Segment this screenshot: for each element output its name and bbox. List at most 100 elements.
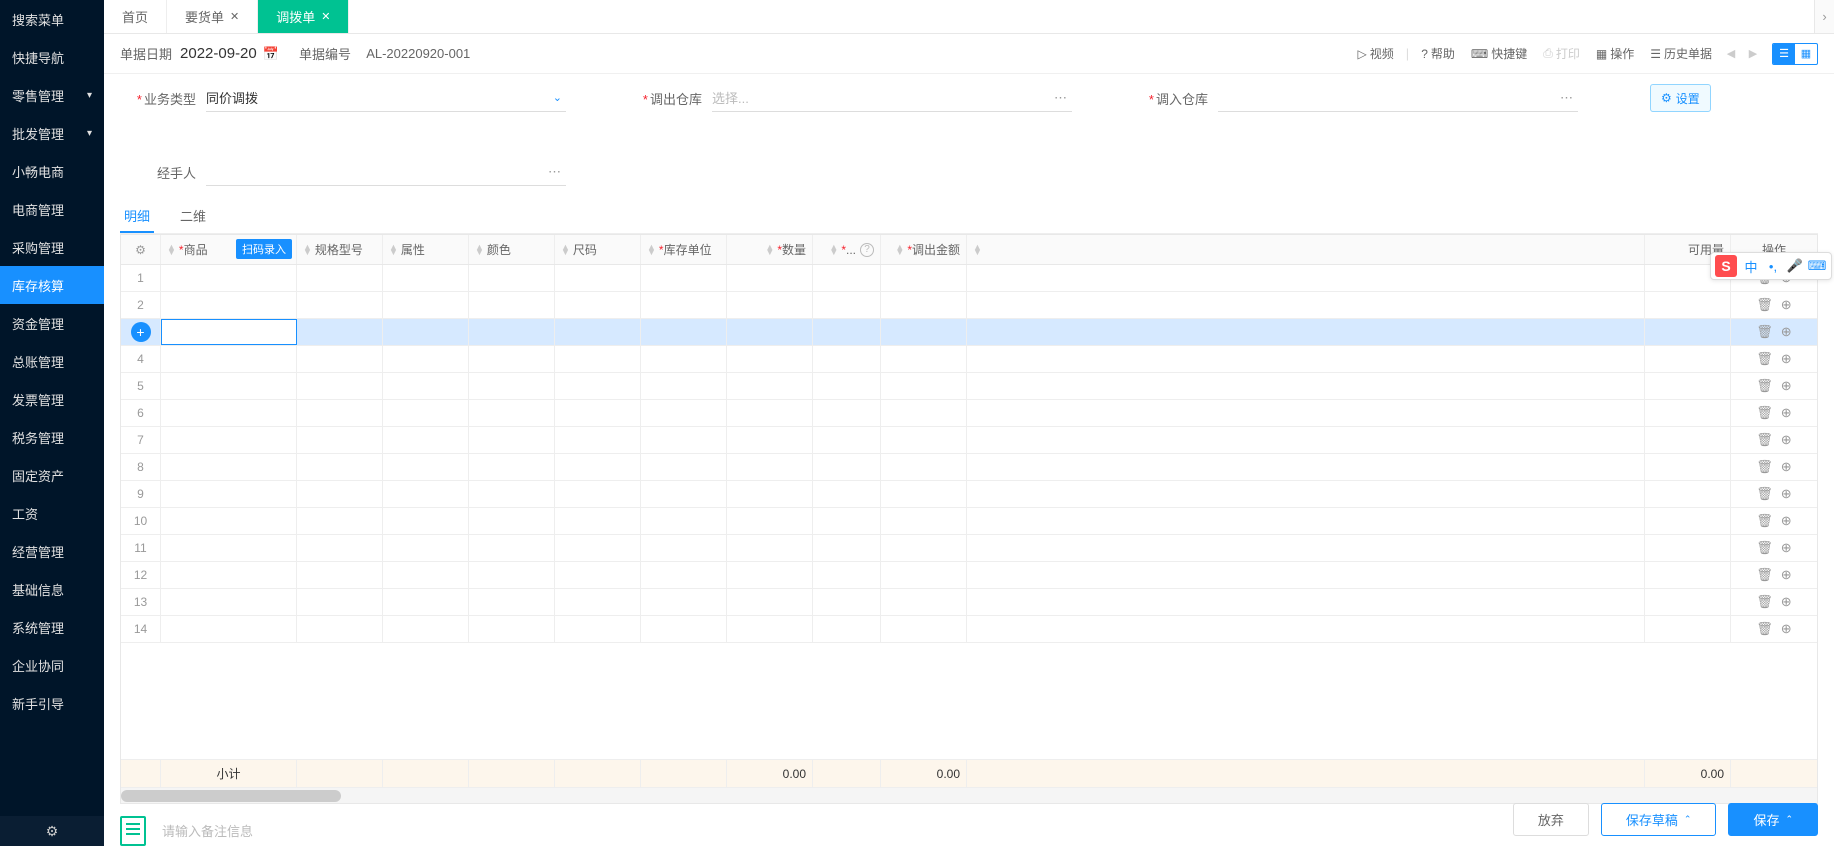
cell-attr[interactable] (383, 508, 469, 534)
column-product[interactable]: ▲▼*商品 扫码录入 (161, 235, 297, 264)
cell-extra[interactable] (813, 265, 881, 291)
cell-unit[interactable] (641, 292, 727, 318)
cell-extra[interactable] (813, 319, 881, 345)
cell-spec[interactable] (297, 292, 383, 318)
cell-product[interactable] (161, 562, 297, 588)
out-warehouse-select[interactable]: 选择...⋯ (712, 84, 1072, 112)
sidebar-item-11[interactable]: 税务管理 (0, 418, 104, 456)
insert-row-icon[interactable]: ⊕ (1781, 540, 1792, 556)
column-unit[interactable]: ▲▼*库存单位 (641, 235, 727, 264)
horizontal-scrollbar[interactable] (121, 787, 1817, 803)
sidebar-item-9[interactable]: 总账管理 (0, 342, 104, 380)
cell-amount[interactable] (881, 373, 967, 399)
cell-product[interactable] (161, 265, 297, 291)
insert-row-icon[interactable]: ⊕ (1781, 405, 1792, 421)
cell-attr[interactable] (383, 562, 469, 588)
cell-attr[interactable] (383, 346, 469, 372)
delete-row-icon[interactable]: 🗑 (1756, 351, 1773, 367)
view-list-icon[interactable]: ☰ (1773, 44, 1795, 64)
cell-color[interactable] (469, 292, 555, 318)
cell-attr[interactable] (383, 481, 469, 507)
column-extra[interactable]: ▲▼*...? (813, 235, 881, 264)
table-row[interactable]: 4🗑⊕ (121, 346, 1817, 373)
save-draft-button[interactable]: 保存草稿⌃ (1601, 803, 1717, 836)
cell-size[interactable] (555, 616, 641, 642)
cell-amount[interactable] (881, 292, 967, 318)
cell-available[interactable] (1645, 535, 1731, 561)
cell-qty[interactable] (727, 481, 813, 507)
in-warehouse-select[interactable]: ⋯ (1218, 84, 1578, 112)
cell-color[interactable] (469, 427, 555, 453)
save-button[interactable]: 保存⌃ (1728, 803, 1818, 836)
close-icon[interactable]: ✕ (230, 10, 239, 23)
cell-qty[interactable] (727, 535, 813, 561)
cell-product[interactable] (161, 292, 297, 318)
ime-keyboard-icon[interactable]: ⌨ (1807, 256, 1827, 276)
cell-available[interactable] (1645, 319, 1731, 345)
view-grid-icon[interactable]: ▦ (1795, 44, 1817, 64)
sidebar-item-16[interactable]: 系统管理 (0, 608, 104, 646)
cell-amount[interactable] (881, 616, 967, 642)
table-row[interactable]: 10🗑⊕ (121, 508, 1817, 535)
insert-row-icon[interactable]: ⊕ (1781, 513, 1792, 529)
prev-doc-button[interactable]: ◀ (1722, 43, 1740, 65)
table-row[interactable]: 9🗑⊕ (121, 481, 1817, 508)
tab-0[interactable]: 首页 (104, 0, 167, 33)
cell-product[interactable] (161, 535, 297, 561)
cell-extra[interactable] (813, 373, 881, 399)
insert-row-icon[interactable]: ⊕ (1781, 459, 1792, 475)
cell-attr[interactable] (383, 265, 469, 291)
cell-color[interactable] (469, 481, 555, 507)
cell-color[interactable] (469, 265, 555, 291)
delete-row-icon[interactable]: 🗑 (1756, 594, 1773, 610)
table-row[interactable]: 5🗑⊕ (121, 373, 1817, 400)
cell-size[interactable] (555, 373, 641, 399)
cell-available[interactable] (1645, 346, 1731, 372)
insert-row-icon[interactable]: ⊕ (1781, 324, 1792, 340)
sidebar-item-17[interactable]: 企业协同 (0, 646, 104, 684)
cell-unit[interactable] (641, 616, 727, 642)
cell-extra[interactable] (813, 346, 881, 372)
cell-attr[interactable] (383, 292, 469, 318)
scan-input-button[interactable]: 扫码录入 (236, 239, 292, 259)
cell-qty[interactable] (727, 616, 813, 642)
cell-product[interactable] (161, 589, 297, 615)
cell-amount[interactable] (881, 562, 967, 588)
cell-spec[interactable] (297, 562, 383, 588)
cell-unit[interactable] (641, 508, 727, 534)
table-row[interactable]: 6🗑⊕ (121, 400, 1817, 427)
sidebar-item-12[interactable]: 固定资产 (0, 456, 104, 494)
insert-row-icon[interactable]: ⊕ (1781, 567, 1792, 583)
delete-row-icon[interactable]: 🗑 (1756, 513, 1773, 529)
cell-size[interactable] (555, 535, 641, 561)
subtab-0[interactable]: 明细 (120, 200, 154, 233)
cell-available[interactable] (1645, 292, 1731, 318)
cell-unit[interactable] (641, 265, 727, 291)
cell-color[interactable] (469, 535, 555, 561)
sidebar-item-13[interactable]: 工资 (0, 494, 104, 532)
table-row[interactable]: 7🗑⊕ (121, 427, 1817, 454)
cell-attr[interactable] (383, 319, 469, 345)
table-row[interactable]: 12🗑⊕ (121, 562, 1817, 589)
column-color[interactable]: ▲▼颜色 (469, 235, 555, 264)
cell-extra[interactable] (813, 400, 881, 426)
cell-product[interactable] (161, 346, 297, 372)
cell-attr[interactable] (383, 535, 469, 561)
cell-extra[interactable] (813, 589, 881, 615)
cell-qty[interactable] (727, 292, 813, 318)
sidebar-item-15[interactable]: 基础信息 (0, 570, 104, 608)
cell-extra[interactable] (813, 508, 881, 534)
cell-qty[interactable] (727, 589, 813, 615)
sidebar-item-2[interactable]: 零售管理▾ (0, 76, 104, 114)
cell-extra[interactable] (813, 616, 881, 642)
insert-row-icon[interactable]: ⊕ (1781, 621, 1792, 637)
cell-unit[interactable] (641, 346, 727, 372)
cell-extra[interactable] (813, 535, 881, 561)
cell-unit[interactable] (641, 454, 727, 480)
cell-amount[interactable] (881, 346, 967, 372)
cell-product[interactable] (161, 616, 297, 642)
table-row[interactable]: 8🗑⊕ (121, 454, 1817, 481)
delete-row-icon[interactable]: 🗑 (1756, 486, 1773, 502)
insert-row-icon[interactable]: ⊕ (1781, 351, 1792, 367)
cell-size[interactable] (555, 346, 641, 372)
